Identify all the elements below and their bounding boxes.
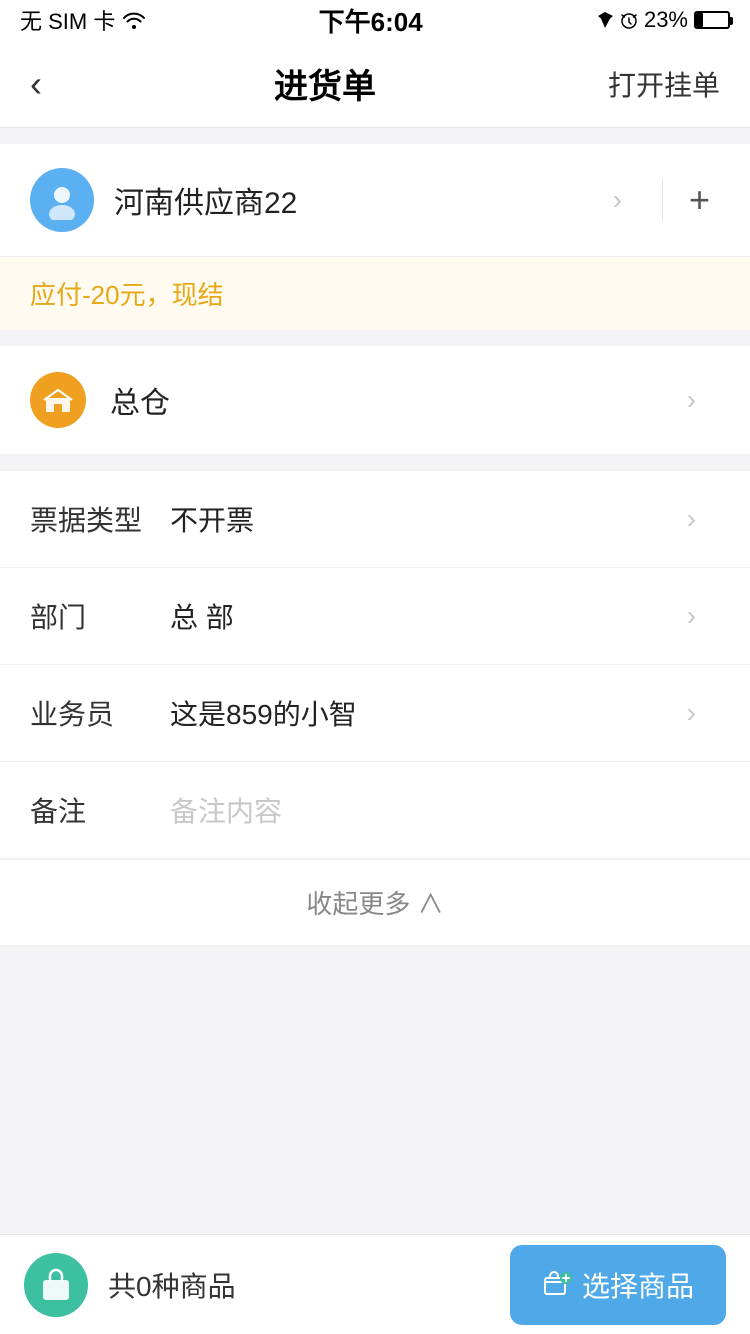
section-divider-1	[0, 128, 750, 144]
notice-text: 应付-20元，现结	[30, 280, 224, 310]
warehouse-row[interactable]: 总仓 ›	[0, 346, 750, 455]
salesperson-label: 业务员	[30, 693, 150, 733]
nav-bar: ‹ 进货单 打开挂单	[0, 40, 750, 128]
supplier-chevron-icon: ›	[613, 184, 622, 216]
form-section: 票据类型 不开票 › 部门 总 部 › 业务员 这是859的小智 › 备注 备注…	[0, 471, 750, 945]
warehouse-icon	[30, 372, 86, 428]
carrier-text: 无 SIM 卡	[20, 4, 115, 36]
gray-background	[0, 961, 750, 1161]
product-count: 共0种商品	[108, 1265, 510, 1305]
department-chevron-icon: ›	[687, 600, 696, 632]
salesperson-chevron-icon: ›	[687, 697, 696, 729]
supplier-avatar	[30, 168, 94, 232]
vertical-divider	[662, 180, 663, 220]
warehouse-name: 总仓	[110, 378, 687, 422]
warehouse-chevron-icon: ›	[687, 384, 696, 416]
add-button[interactable]: +	[679, 179, 720, 221]
remark-label: 备注	[30, 790, 150, 830]
notice-bar: 应付-20元，现结	[0, 257, 750, 330]
section-divider-2	[0, 330, 750, 346]
remark-row[interactable]: 备注 备注内容	[0, 762, 750, 859]
status-time: 下午6:04	[319, 2, 423, 39]
department-row[interactable]: 部门 总 部 ›	[0, 568, 750, 665]
back-button[interactable]: ‹	[30, 63, 42, 105]
alarm-icon	[620, 11, 638, 29]
section-divider-3	[0, 455, 750, 471]
battery-icon	[694, 11, 730, 29]
salesperson-row[interactable]: 业务员 这是859的小智 ›	[0, 665, 750, 762]
product-bar: 共0种商品 选择商品	[0, 1234, 750, 1334]
select-product-label: 选择商品	[582, 1265, 694, 1305]
department-value: 总 部	[150, 596, 687, 636]
status-icons: 23%	[596, 7, 730, 33]
supplier-section: 河南供应商22 › + 应付-20元，现结	[0, 144, 750, 330]
supplier-row[interactable]: 河南供应商22 › +	[0, 144, 750, 257]
supplier-name: 河南供应商22	[114, 178, 613, 222]
shopping-bag-icon	[37, 1266, 75, 1304]
open-pending-button[interactable]: 打开挂单	[608, 64, 720, 104]
invoice-type-row[interactable]: 票据类型 不开票 ›	[0, 471, 750, 568]
invoice-type-chevron-icon: ›	[687, 503, 696, 535]
location-icon	[596, 11, 614, 29]
cart-icon	[542, 1270, 572, 1300]
invoice-type-label: 票据类型	[30, 499, 150, 539]
product-icon-wrap	[24, 1253, 88, 1317]
collapse-button[interactable]: 收起更多 ∧	[306, 884, 443, 921]
warehouse-section: 总仓 ›	[0, 346, 750, 455]
invoice-type-value: 不开票	[150, 499, 687, 539]
battery-percent: 23%	[644, 7, 688, 33]
salesperson-value: 这是859的小智	[150, 693, 687, 733]
status-carrier: 无 SIM 卡	[20, 4, 145, 36]
select-product-button[interactable]: 选择商品	[510, 1245, 726, 1325]
department-label: 部门	[30, 596, 150, 636]
collapse-row[interactable]: 收起更多 ∧	[0, 859, 750, 945]
section-divider-4	[0, 945, 750, 961]
status-bar: 无 SIM 卡 下午6:04 23%	[0, 0, 750, 40]
wifi-icon	[123, 11, 145, 29]
page-title: 进货单	[274, 59, 376, 108]
remark-placeholder: 备注内容	[150, 790, 720, 830]
